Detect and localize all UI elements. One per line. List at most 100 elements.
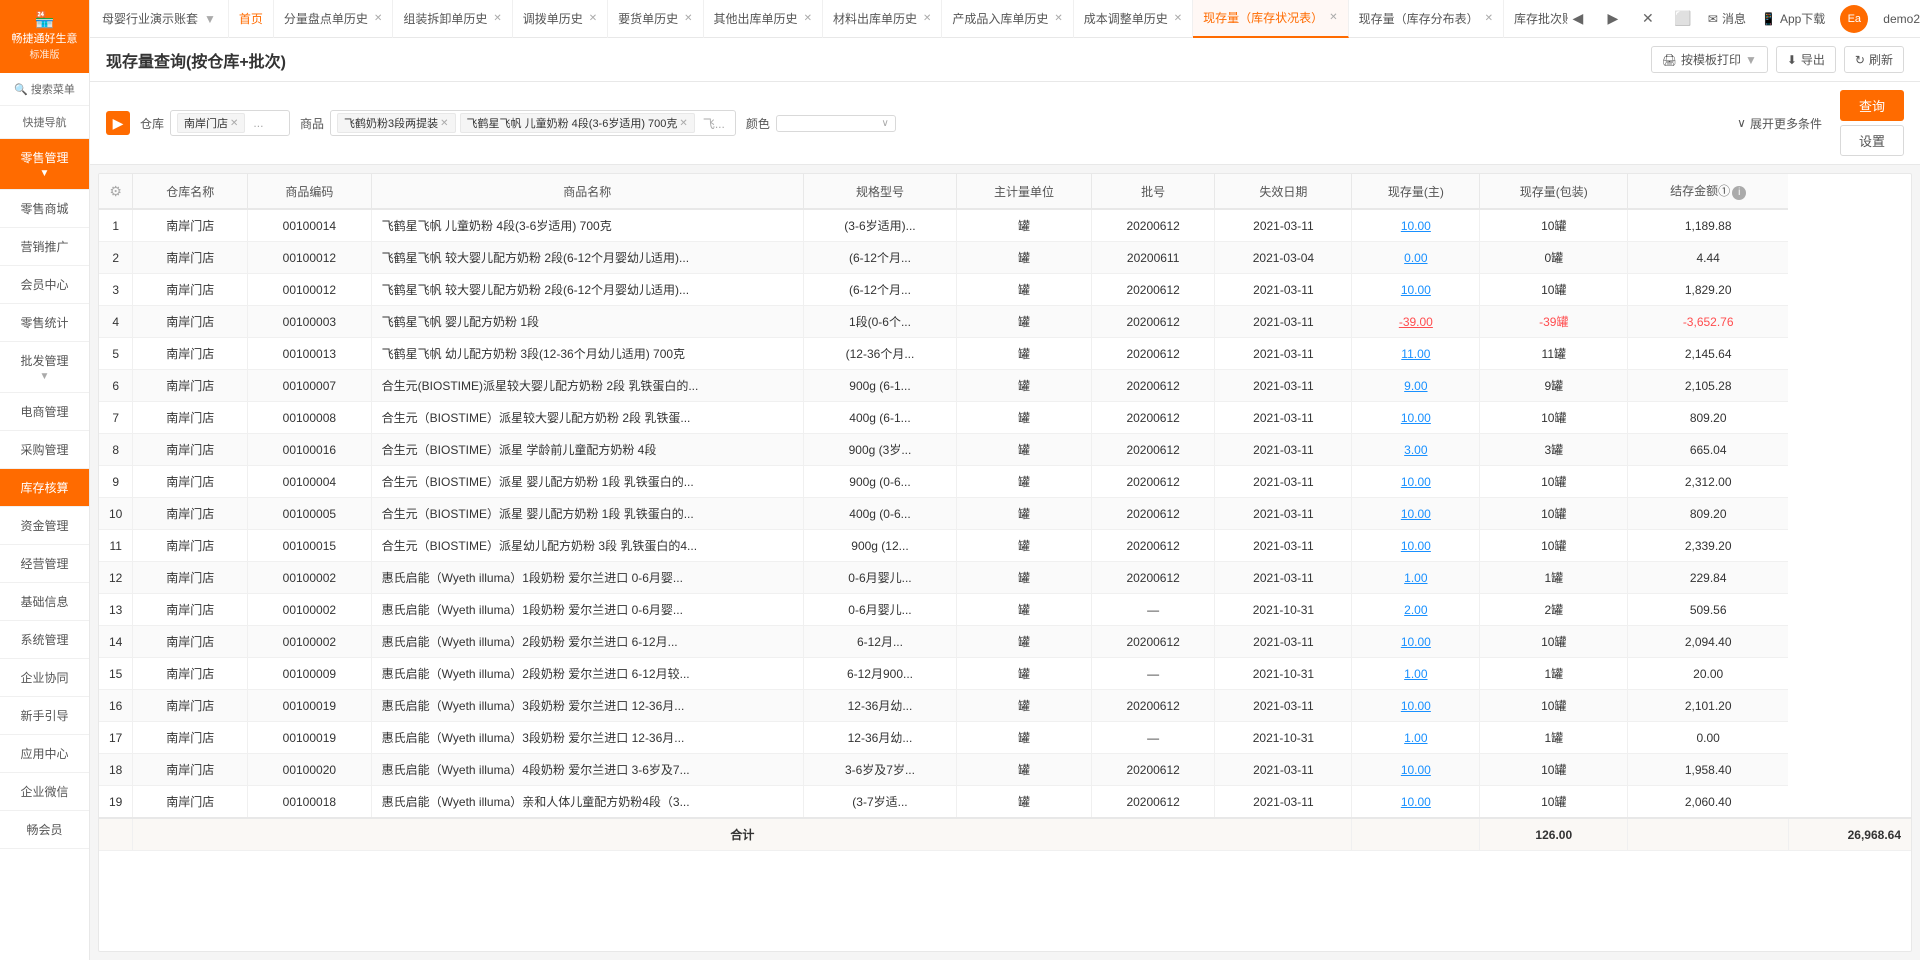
filter-product-input[interactable]: 飞鹤奶粉3段两提装 ✕ 飞鹤星飞帆 儿童奶粉 4段(3-6岁适用) 700克 ✕… [330, 110, 736, 136]
sidebar-item-purchase[interactable]: 采购管理 [0, 431, 89, 469]
tab-close-yao-huo[interactable]: ✕ [684, 13, 692, 24]
product-tag-close-1[interactable]: ✕ [440, 118, 448, 129]
row-stock-main[interactable]: 10.00 [1352, 498, 1480, 530]
sidebar-item-member[interactable]: 会员中心 [0, 266, 89, 304]
sidebar-quick-nav[interactable]: 快捷导航 [0, 106, 89, 139]
sidebar-item-membership[interactable]: 畅会员 [0, 811, 89, 849]
row-stock-main[interactable]: 10.00 [1352, 530, 1480, 562]
tab-close-zu-chai[interactable]: ✕ [493, 13, 501, 24]
row-code: 00100015 [248, 530, 372, 562]
tab-xian-cun-kuzhuang[interactable]: 现存量（库存状况表）✕ [1193, 0, 1348, 38]
maximize-btn[interactable]: ⬜ [1673, 9, 1693, 29]
table-settings-icon[interactable]: ⚙ [109, 183, 122, 199]
row-warehouse: 南岸门店 [133, 274, 248, 306]
row-stock-main[interactable]: 2.00 [1352, 594, 1480, 626]
row-stock-main[interactable]: 10.00 [1352, 209, 1480, 242]
tab-chan-pin-ru[interactable]: 产成品入库单历史✕ [942, 0, 1073, 38]
user-avatar[interactable]: Ea [1840, 5, 1868, 33]
row-expire: 2021-03-11 [1215, 690, 1352, 722]
col-header-3: 商品名称 [371, 174, 803, 209]
row-stock-main[interactable]: 10.00 [1352, 274, 1480, 306]
row-spec: 900g (6-1... [803, 370, 956, 402]
product-more[interactable]: 飞... [699, 115, 729, 132]
sidebar-item-wholesale[interactable]: 批发管理▼ [0, 342, 89, 393]
sidebar-item-retail-stats[interactable]: 零售统计 [0, 304, 89, 342]
sidebar-item-guide[interactable]: 新手引导 [0, 697, 89, 735]
tab-qi-ta-chu[interactable]: 其他出库单历史✕ [704, 0, 823, 38]
sidebar-item-basic-info[interactable]: 基础信息 [0, 583, 89, 621]
row-stock-main[interactable]: 10.00 [1352, 754, 1480, 786]
row-balance: 0.00 [1628, 722, 1788, 754]
row-stock-main[interactable]: 1.00 [1352, 658, 1480, 690]
close-all-tabs[interactable]: ✕ [1638, 9, 1658, 29]
tab-close-xian-cun-kuzhuang[interactable]: ✕ [1329, 12, 1337, 23]
row-stock-main[interactable]: 10.00 [1352, 402, 1480, 434]
tab-close-xian-cun-fenpei[interactable]: ✕ [1485, 13, 1493, 24]
expand-more-btn[interactable]: ∨ 展开更多条件 [1729, 111, 1830, 136]
tab-scroll-left[interactable]: ◀ [1568, 9, 1588, 29]
warehouse-more[interactable]: ... [249, 116, 267, 130]
settings-button[interactable]: 设置 [1840, 125, 1904, 156]
tab-close-cheng-ben[interactable]: ✕ [1174, 13, 1182, 24]
row-stock-main[interactable]: 10.00 [1352, 626, 1480, 658]
tab-close-chan-pin-ru[interactable]: ✕ [1054, 13, 1062, 24]
store-selector[interactable]: 母婴行业演示账套 ▼ [90, 0, 229, 38]
tab-cai-liao-chu[interactable]: 材料出库单历史✕ [823, 0, 942, 38]
sidebar-search[interactable]: 🔍 搜索菜单 [0, 73, 89, 106]
refresh-button[interactable]: ↻ 刷新 [1844, 46, 1904, 73]
row-stock-main[interactable]: 10.00 [1352, 466, 1480, 498]
row-spec: 400g (6-1... [803, 402, 956, 434]
row-stock-main[interactable]: 10.00 [1352, 786, 1480, 819]
row-stock-main[interactable]: 11.00 [1352, 338, 1480, 370]
filter-warehouse-input[interactable]: 南岸门店 ✕ ... [170, 110, 290, 136]
sidebar-item-ecommerce[interactable]: 电商管理 [0, 393, 89, 431]
tab-pi-ci[interactable]: 库存批次账✕ [1504, 0, 1568, 38]
row-stock-main[interactable]: 3.00 [1352, 434, 1480, 466]
print-button[interactable]: 🖨 按模板打印 ▼ [1651, 46, 1768, 73]
sidebar-item-enterprise[interactable]: 企业协同 [0, 659, 89, 697]
warehouse-tag-close-1[interactable]: ✕ [230, 118, 238, 129]
sidebar-item-enterprise-wechat[interactable]: 企业微信 [0, 773, 89, 811]
sidebar-item-retail-shop[interactable]: 零售商城 [0, 190, 89, 228]
tab-home[interactable]: 首页 [229, 0, 274, 38]
sidebar-item-marketing[interactable]: 营销推广 [0, 228, 89, 266]
balance-info-icon[interactable]: i [1732, 186, 1746, 200]
row-stock-main[interactable]: 9.00 [1352, 370, 1480, 402]
sidebar-arrow: ▼ [40, 168, 50, 179]
sidebar-item-retail-mgmt[interactable]: 零售管理▼ [0, 139, 89, 190]
row-stock-main[interactable]: 1.00 [1352, 562, 1480, 594]
row-stock-main[interactable]: -39.00 [1352, 306, 1480, 338]
sidebar-item-finance[interactable]: 资金管理 [0, 507, 89, 545]
row-stock-main[interactable]: 0.00 [1352, 242, 1480, 274]
app-download-btn[interactable]: 📱 App下载 [1761, 10, 1825, 27]
tab-close-qi-ta-chu[interactable]: ✕ [804, 13, 812, 24]
row-unit: 罐 [957, 562, 1092, 594]
export-button[interactable]: ⬇ 导出 [1776, 46, 1836, 73]
row-stock-main[interactable]: 1.00 [1352, 722, 1480, 754]
message-btn[interactable]: ✉ 消息 [1708, 10, 1746, 27]
query-button[interactable]: 查询 [1840, 90, 1904, 121]
tab-close-diao-bo[interactable]: ✕ [589, 13, 597, 24]
filter-color-input[interactable]: ∨ [776, 115, 896, 132]
row-idx: 2 [99, 242, 133, 274]
sidebar-logo[interactable]: 🏪 畅捷通好生意 标准版 [0, 0, 89, 73]
sidebar-item-operations[interactable]: 经营管理 [0, 545, 89, 583]
sidebar-item-inventory[interactable]: 库存核算 [0, 469, 89, 507]
row-stock-main[interactable]: 10.00 [1352, 690, 1480, 722]
tab-close-cai-liao-chu[interactable]: ✕ [923, 13, 931, 24]
tab-cheng-ben[interactable]: 成本调整单历史✕ [1074, 0, 1193, 38]
tab-diao-bo[interactable]: 调拨单历史✕ [513, 0, 608, 38]
tab-close-fen-pan[interactable]: ✕ [374, 13, 382, 24]
tab-zu-chai[interactable]: 组装拆卸单历史✕ [393, 0, 512, 38]
sidebar-item-app-center[interactable]: 应用中心 [0, 735, 89, 773]
tab-xian-cun-fenpei[interactable]: 现存量（库存分布表）✕ [1349, 0, 1504, 38]
tab-fen-pan[interactable]: 分量盘点单历史✕ [274, 0, 393, 38]
tab-yao-huo[interactable]: 要货单历史✕ [608, 0, 703, 38]
product-tag-close-2[interactable]: ✕ [679, 118, 687, 129]
tab-scroll-right[interactable]: ▶ [1603, 9, 1623, 29]
row-spec: 12-36月幼... [803, 690, 956, 722]
user-label[interactable]: demo2 [1883, 12, 1920, 26]
filter-expand-btn[interactable]: ▶ [106, 111, 130, 135]
row-balance: 2,145.64 [1628, 338, 1788, 370]
sidebar-item-sys-mgmt[interactable]: 系统管理 [0, 621, 89, 659]
